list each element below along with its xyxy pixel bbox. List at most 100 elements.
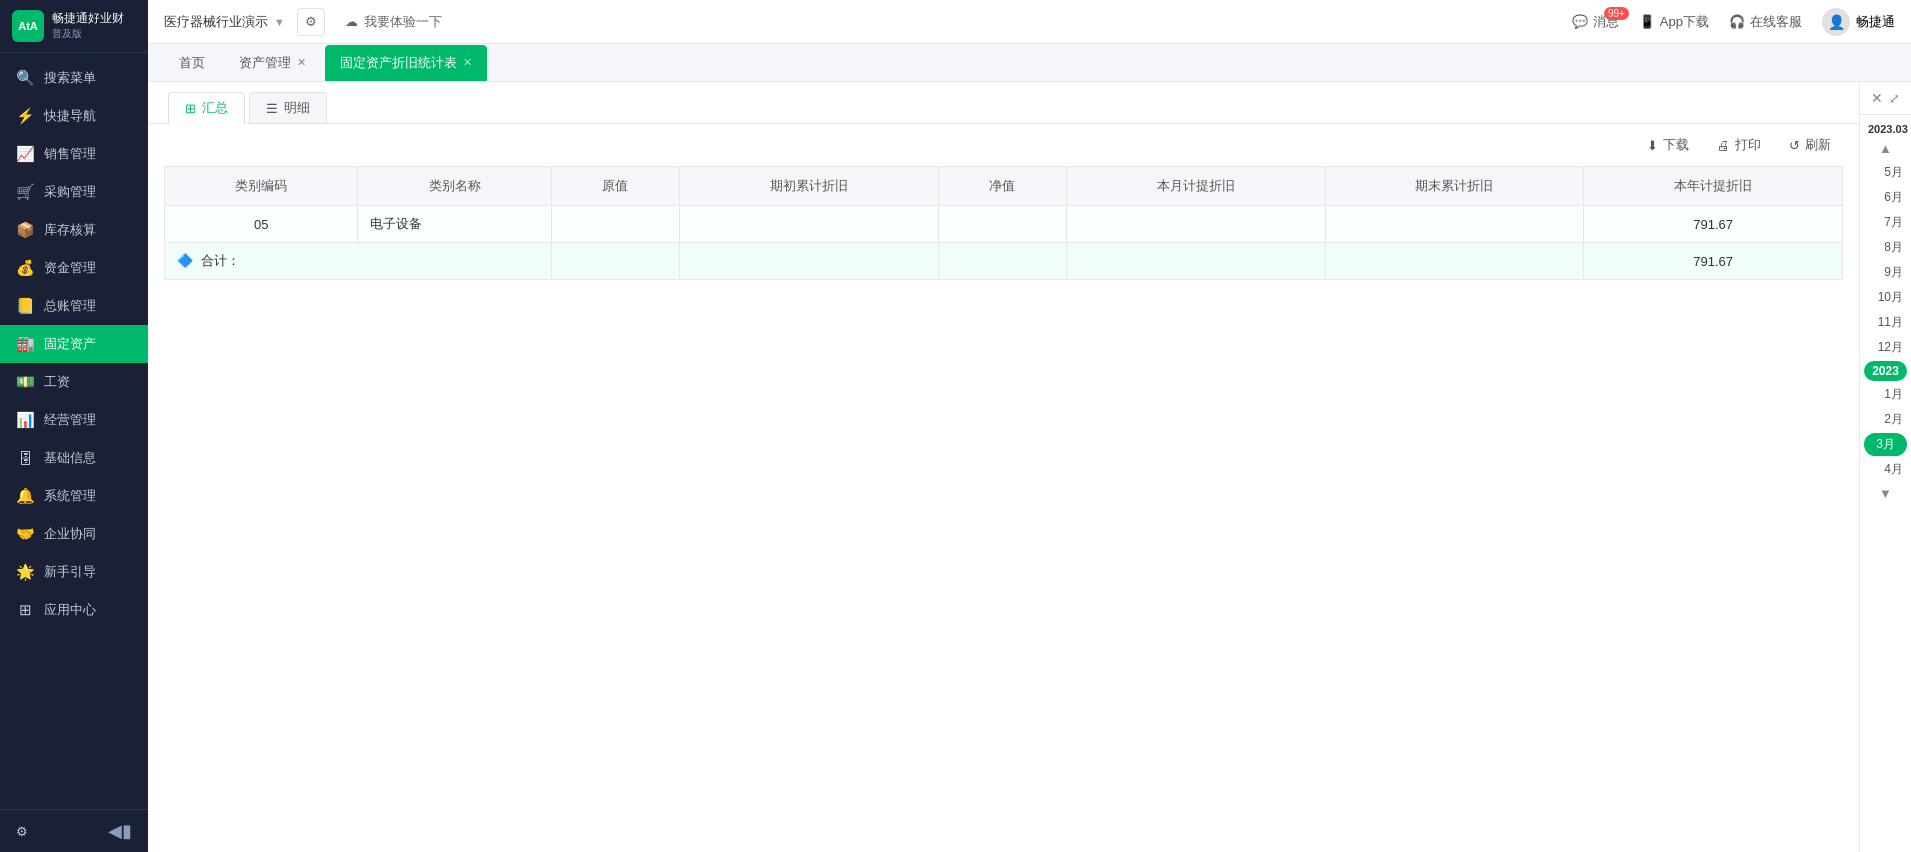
sidebar-item-label: 工资 xyxy=(44,373,70,391)
tab-fixed-depreciation-close[interactable]: ✕ xyxy=(463,56,472,69)
username-label: 畅捷通 xyxy=(1856,13,1895,31)
col-net-value: 净值 xyxy=(938,167,1066,206)
panel-content: 2023.03 ▲ 5月 6月 7月 8月 9月 xyxy=(1860,115,1911,852)
message-btn[interactable]: 💬 消息 99+ xyxy=(1572,13,1619,31)
topbar-settings-btn[interactable]: ⚙ xyxy=(297,8,325,36)
tab-asset-mgmt[interactable]: 资产管理 ✕ xyxy=(224,45,321,81)
sidebar-item-enterprise[interactable]: 🤝 企业协同 xyxy=(0,515,148,553)
tab-home[interactable]: 首页 xyxy=(164,45,220,81)
base-info-icon: 🗄 xyxy=(16,449,34,467)
topbar: 医疗器械行业演示 ▼ ⚙ ☁ 我要体验一下 💬 消息 99+ 📱 App下载 🎧… xyxy=(148,0,1911,44)
cell-code: 05 xyxy=(165,206,358,243)
content-area: ⊞ 汇总 ☰ 明细 ⬇ 下载 🖨 打印 ↺ xyxy=(148,82,1911,852)
sidebar: AtA 畅捷通好业财 普及版 🔍 搜索菜单 ⚡ 快捷导航 📈 销售管理 🛒 采购… xyxy=(0,0,148,852)
purchase-icon: 🛒 xyxy=(16,183,34,201)
sidebar-item-app-center[interactable]: ⊞ 应用中心 xyxy=(0,591,148,629)
detail-icon: ☰ xyxy=(266,101,278,116)
panel-close-btn[interactable]: ✕ xyxy=(1868,88,1886,108)
total-original-value xyxy=(551,243,679,280)
cell-monthly-dep xyxy=(1066,206,1325,243)
sidebar-item-search[interactable]: 🔍 搜索菜单 xyxy=(0,59,148,97)
sidebar-collapse-btn[interactable]: ◀▮ xyxy=(108,820,132,842)
search-icon: 🔍 xyxy=(16,69,34,87)
total-ending-acc xyxy=(1325,243,1584,280)
sidebar-item-ops[interactable]: 📊 经营管理 xyxy=(0,401,148,439)
sidebar-item-ledger[interactable]: 📒 总账管理 xyxy=(0,287,148,325)
col-name: 类别名称 xyxy=(358,167,551,206)
panel-month-5[interactable]: 5月 xyxy=(1860,160,1911,185)
table-total-row: 🔷 合计： 791.67 xyxy=(165,243,1843,280)
sidebar-item-fixed-assets[interactable]: 🏭 固定资产 xyxy=(0,325,148,363)
panel-month-2023-3[interactable]: 3月 xyxy=(1864,433,1907,456)
sidebar-footer: ⚙ ◀▮ xyxy=(0,809,148,852)
panel-month-2023-1[interactable]: 1月 xyxy=(1860,382,1911,407)
app-title: 畅捷通好业财 xyxy=(52,11,124,27)
sidebar-item-payroll[interactable]: 💵 工资 xyxy=(0,363,148,401)
panel-scroll-up-btn[interactable]: ▲ xyxy=(1860,137,1911,160)
company-selector[interactable]: 医疗器械行业演示 ▼ xyxy=(164,13,285,31)
sidebar-item-label: 基础信息 xyxy=(44,449,96,467)
settings-gear-icon[interactable]: ⚙ xyxy=(16,824,28,839)
print-icon: 🖨 xyxy=(1717,138,1730,153)
inventory-icon: 📦 xyxy=(16,221,34,239)
ledger-icon: 📒 xyxy=(16,297,34,315)
sidebar-item-inventory[interactable]: 📦 库存核算 xyxy=(0,211,148,249)
panel-month-2023-4[interactable]: 4月 xyxy=(1860,457,1911,482)
sidebar-item-guide[interactable]: 🌟 新手引导 xyxy=(0,553,148,591)
toolbar: ⬇ 下载 🖨 打印 ↺ 刷新 xyxy=(148,124,1859,166)
sidebar-item-label: 企业协同 xyxy=(44,525,96,543)
sidebar-item-purchase[interactable]: 🛒 采购管理 xyxy=(0,173,148,211)
headset-icon: 🎧 xyxy=(1729,14,1745,29)
sidebar-item-system[interactable]: 🔔 系统管理 xyxy=(0,477,148,515)
refresh-btn[interactable]: ↺ 刷新 xyxy=(1781,132,1839,158)
year-2023-label[interactable]: 2023 xyxy=(1864,361,1907,381)
cell-initial-acc xyxy=(679,206,938,243)
tab-home-label: 首页 xyxy=(179,54,205,72)
panel-month-11[interactable]: 11月 xyxy=(1860,310,1911,335)
table-row[interactable]: 05 电子设备 791.67 xyxy=(165,206,1843,243)
download-btn[interactable]: ⬇ 下载 xyxy=(1639,132,1697,158)
current-period-label: 2023.03 xyxy=(1860,119,1911,137)
download-label: 下载 xyxy=(1663,136,1689,154)
sub-tabs: ⊞ 汇总 ☰ 明细 xyxy=(148,82,1859,124)
sales-icon: 📈 xyxy=(16,145,34,163)
experience-btn[interactable]: ☁ 我要体验一下 xyxy=(345,13,442,31)
sub-tab-summary[interactable]: ⊞ 汇总 xyxy=(168,92,245,124)
sidebar-item-label: 快捷导航 xyxy=(44,107,96,125)
sidebar-item-funds[interactable]: 💰 资金管理 xyxy=(0,249,148,287)
col-original-value: 原值 xyxy=(551,167,679,206)
summary-icon: ⊞ xyxy=(185,101,196,116)
panel-expand-btn[interactable]: ⤢ xyxy=(1886,88,1904,108)
app-download-btn[interactable]: 📱 App下载 xyxy=(1639,13,1709,31)
guide-icon: 🌟 xyxy=(16,563,34,581)
total-net-value xyxy=(938,243,1066,280)
panel-month-8[interactable]: 8月 xyxy=(1860,235,1911,260)
print-btn[interactable]: 🖨 打印 xyxy=(1709,132,1769,158)
sidebar-item-base-info[interactable]: 🗄 基础信息 xyxy=(0,439,148,477)
panel-month-6[interactable]: 6月 xyxy=(1860,185,1911,210)
sidebar-item-quick-nav[interactable]: ⚡ 快捷导航 xyxy=(0,97,148,135)
sidebar-item-sales[interactable]: 📈 销售管理 xyxy=(0,135,148,173)
sidebar-item-label: 采购管理 xyxy=(44,183,96,201)
panel-month-2023-2[interactable]: 2月 xyxy=(1860,407,1911,432)
tab-asset-mgmt-close[interactable]: ✕ xyxy=(297,56,306,69)
funds-icon: 💰 xyxy=(16,259,34,277)
panel-month-12[interactable]: 12月 xyxy=(1860,335,1911,360)
sidebar-item-label: 新手引导 xyxy=(44,563,96,581)
panel-month-9[interactable]: 9月 xyxy=(1860,260,1911,285)
sub-tab-detail[interactable]: ☰ 明细 xyxy=(249,92,327,124)
tab-asset-mgmt-label: 资产管理 xyxy=(239,54,291,72)
panel-month-7[interactable]: 7月 xyxy=(1860,210,1911,235)
cell-ending-acc xyxy=(1325,206,1584,243)
page-content: ⊞ 汇总 ☰ 明细 ⬇ 下载 🖨 打印 ↺ xyxy=(148,82,1859,852)
user-menu[interactable]: 👤 畅捷通 xyxy=(1822,8,1895,36)
col-ending-acc: 期末累计折旧 xyxy=(1325,167,1584,206)
main-area: 医疗器械行业演示 ▼ ⚙ ☁ 我要体验一下 💬 消息 99+ 📱 App下载 🎧… xyxy=(148,0,1911,852)
tabs-bar: 首页 资产管理 ✕ 固定资产折旧统计表 ✕ xyxy=(148,44,1911,82)
panel-scroll-down-btn[interactable]: ▼ xyxy=(1860,482,1911,505)
message-badge: 99+ xyxy=(1604,7,1629,20)
tab-fixed-depreciation[interactable]: 固定资产折旧统计表 ✕ xyxy=(325,45,487,81)
panel-month-10[interactable]: 10月 xyxy=(1860,285,1911,310)
system-icon: 🔔 xyxy=(16,487,34,505)
customer-service-btn[interactable]: 🎧 在线客服 xyxy=(1729,13,1802,31)
